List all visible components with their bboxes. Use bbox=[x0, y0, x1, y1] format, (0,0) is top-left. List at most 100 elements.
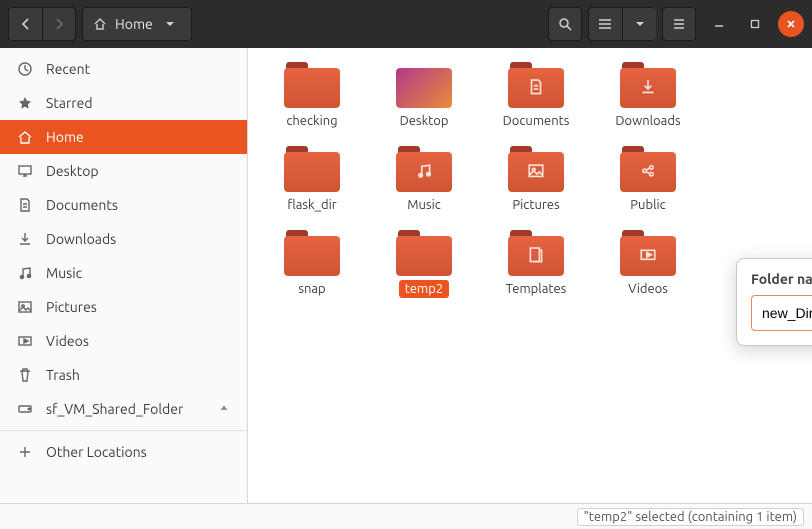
close-button[interactable] bbox=[778, 11, 804, 37]
doc-icon bbox=[527, 78, 545, 96]
nav-buttons bbox=[8, 7, 76, 41]
folder-templates[interactable]: Templates bbox=[484, 226, 588, 302]
titlebar: Home bbox=[0, 0, 812, 48]
maximize-button[interactable] bbox=[742, 11, 768, 37]
folder-label: Desktop bbox=[394, 112, 455, 130]
minimize-button[interactable] bbox=[706, 11, 732, 37]
hamburger-menu-button[interactable] bbox=[662, 7, 696, 41]
forward-button[interactable] bbox=[42, 7, 76, 41]
sidebar-item-label: Starred bbox=[46, 95, 93, 111]
folder-icon bbox=[284, 146, 340, 192]
folder-label: Templates bbox=[500, 280, 573, 298]
eject-icon[interactable] bbox=[217, 402, 231, 416]
folder-downloads[interactable]: Downloads bbox=[596, 58, 700, 134]
folder-icon bbox=[620, 146, 676, 192]
sidebar-item-label: Music bbox=[46, 265, 82, 281]
status-text: "temp2" selected (containing 1 item) bbox=[577, 508, 804, 526]
main-area: Recent Starred Home Desktop Documents Downloa… bbox=[0, 48, 812, 503]
folder-flask-dir[interactable]: flask_dir bbox=[260, 142, 364, 218]
sidebar-item-documents[interactable]: Documents bbox=[0, 188, 247, 222]
folder-label: Documents bbox=[497, 112, 576, 130]
search-button[interactable] bbox=[548, 7, 582, 41]
folder-videos[interactable]: Videos bbox=[596, 226, 700, 302]
sidebar-item-label: Other Locations bbox=[46, 444, 147, 460]
folder-label: temp2 bbox=[399, 280, 449, 298]
folder-temp2[interactable]: temp2 bbox=[372, 226, 476, 302]
view-options-button[interactable] bbox=[622, 7, 656, 41]
sidebar-item-label: Trash bbox=[46, 367, 80, 383]
sidebar-item-recent[interactable]: Recent bbox=[0, 52, 247, 86]
sidebar-item-desktop[interactable]: Desktop bbox=[0, 154, 247, 188]
plus-icon bbox=[16, 444, 34, 460]
folder-music[interactable]: Music bbox=[372, 142, 476, 218]
sidebar-other-locations[interactable]: Other Locations bbox=[0, 435, 247, 469]
rename-popover: Folder name Rename bbox=[736, 258, 812, 346]
desktop-icon bbox=[16, 163, 34, 179]
sidebar-item-label: Pictures bbox=[46, 299, 97, 315]
folder-icon bbox=[508, 230, 564, 276]
folder-icon bbox=[284, 62, 340, 108]
download-icon bbox=[639, 78, 657, 96]
sidebar-item-label: Videos bbox=[46, 333, 89, 349]
clock-icon bbox=[16, 61, 34, 77]
music-icon bbox=[16, 265, 34, 281]
sidebar-item-starred[interactable]: Starred bbox=[0, 86, 247, 120]
download-icon bbox=[16, 231, 34, 247]
doc-icon bbox=[16, 197, 34, 213]
folder-label: Downloads bbox=[609, 112, 686, 130]
folder-checking[interactable]: checking bbox=[260, 58, 364, 134]
drive-icon bbox=[16, 401, 34, 417]
home-icon bbox=[93, 17, 107, 31]
folder-icon bbox=[508, 146, 564, 192]
sidebar-item-label: Documents bbox=[46, 197, 118, 213]
trash-icon bbox=[16, 367, 34, 383]
sidebar-item-pictures[interactable]: Pictures bbox=[0, 290, 247, 324]
icon-grid: checking Desktop Documents Downloads flask_d… bbox=[248, 48, 812, 312]
folder-snap[interactable]: snap bbox=[260, 226, 364, 302]
folder-label: checking bbox=[280, 112, 343, 130]
folder-desktop[interactable]: Desktop bbox=[372, 58, 476, 134]
rename-input[interactable] bbox=[751, 295, 812, 331]
share-icon bbox=[639, 162, 657, 180]
sidebar-item-label: Downloads bbox=[46, 231, 116, 247]
folder-icon bbox=[396, 62, 452, 108]
star-icon bbox=[16, 95, 34, 111]
path-dropdown-icon bbox=[165, 19, 175, 29]
folder-public[interactable]: Public bbox=[596, 142, 700, 218]
folder-documents[interactable]: Documents bbox=[484, 58, 588, 134]
status-bar: "temp2" selected (containing 1 item) bbox=[0, 503, 812, 529]
list-view-button[interactable] bbox=[588, 7, 622, 41]
sidebar-separator bbox=[0, 430, 247, 431]
folder-label: Public bbox=[624, 196, 671, 214]
back-button[interactable] bbox=[8, 7, 42, 41]
sidebar: Recent Starred Home Desktop Documents Downloa… bbox=[0, 48, 248, 503]
sidebar-item-trash[interactable]: Trash bbox=[0, 358, 247, 392]
sidebar-item-downloads[interactable]: Downloads bbox=[0, 222, 247, 256]
folder-label: Videos bbox=[622, 280, 674, 298]
folder-label: Pictures bbox=[506, 196, 565, 214]
template-icon bbox=[527, 246, 545, 264]
folder-pictures[interactable]: Pictures bbox=[484, 142, 588, 218]
folder-icon bbox=[620, 62, 676, 108]
path-bar[interactable]: Home bbox=[82, 7, 192, 41]
folder-label: snap bbox=[292, 280, 331, 298]
picture-icon bbox=[16, 299, 34, 315]
folder-icon bbox=[620, 230, 676, 276]
content-pane[interactable]: checking Desktop Documents Downloads flask_d… bbox=[248, 48, 812, 503]
folder-icon bbox=[284, 230, 340, 276]
picture-icon bbox=[527, 162, 545, 180]
sidebar-item-music[interactable]: Music bbox=[0, 256, 247, 290]
sidebar-item-label: Home bbox=[46, 129, 84, 145]
video-icon bbox=[639, 246, 657, 264]
sidebar-item-sf-vm-shared-folder[interactable]: sf_VM_Shared_Folder bbox=[0, 392, 247, 426]
sidebar-item-label: sf_VM_Shared_Folder bbox=[46, 401, 183, 417]
home-icon bbox=[16, 129, 34, 145]
sidebar-item-home[interactable]: Home bbox=[0, 120, 247, 154]
folder-label: flask_dir bbox=[281, 196, 342, 214]
sidebar-item-videos[interactable]: Videos bbox=[0, 324, 247, 358]
folder-icon bbox=[396, 230, 452, 276]
folder-icon bbox=[508, 62, 564, 108]
sidebar-item-label: Desktop bbox=[46, 163, 99, 179]
music-icon bbox=[415, 162, 433, 180]
folder-label: Music bbox=[401, 196, 447, 214]
